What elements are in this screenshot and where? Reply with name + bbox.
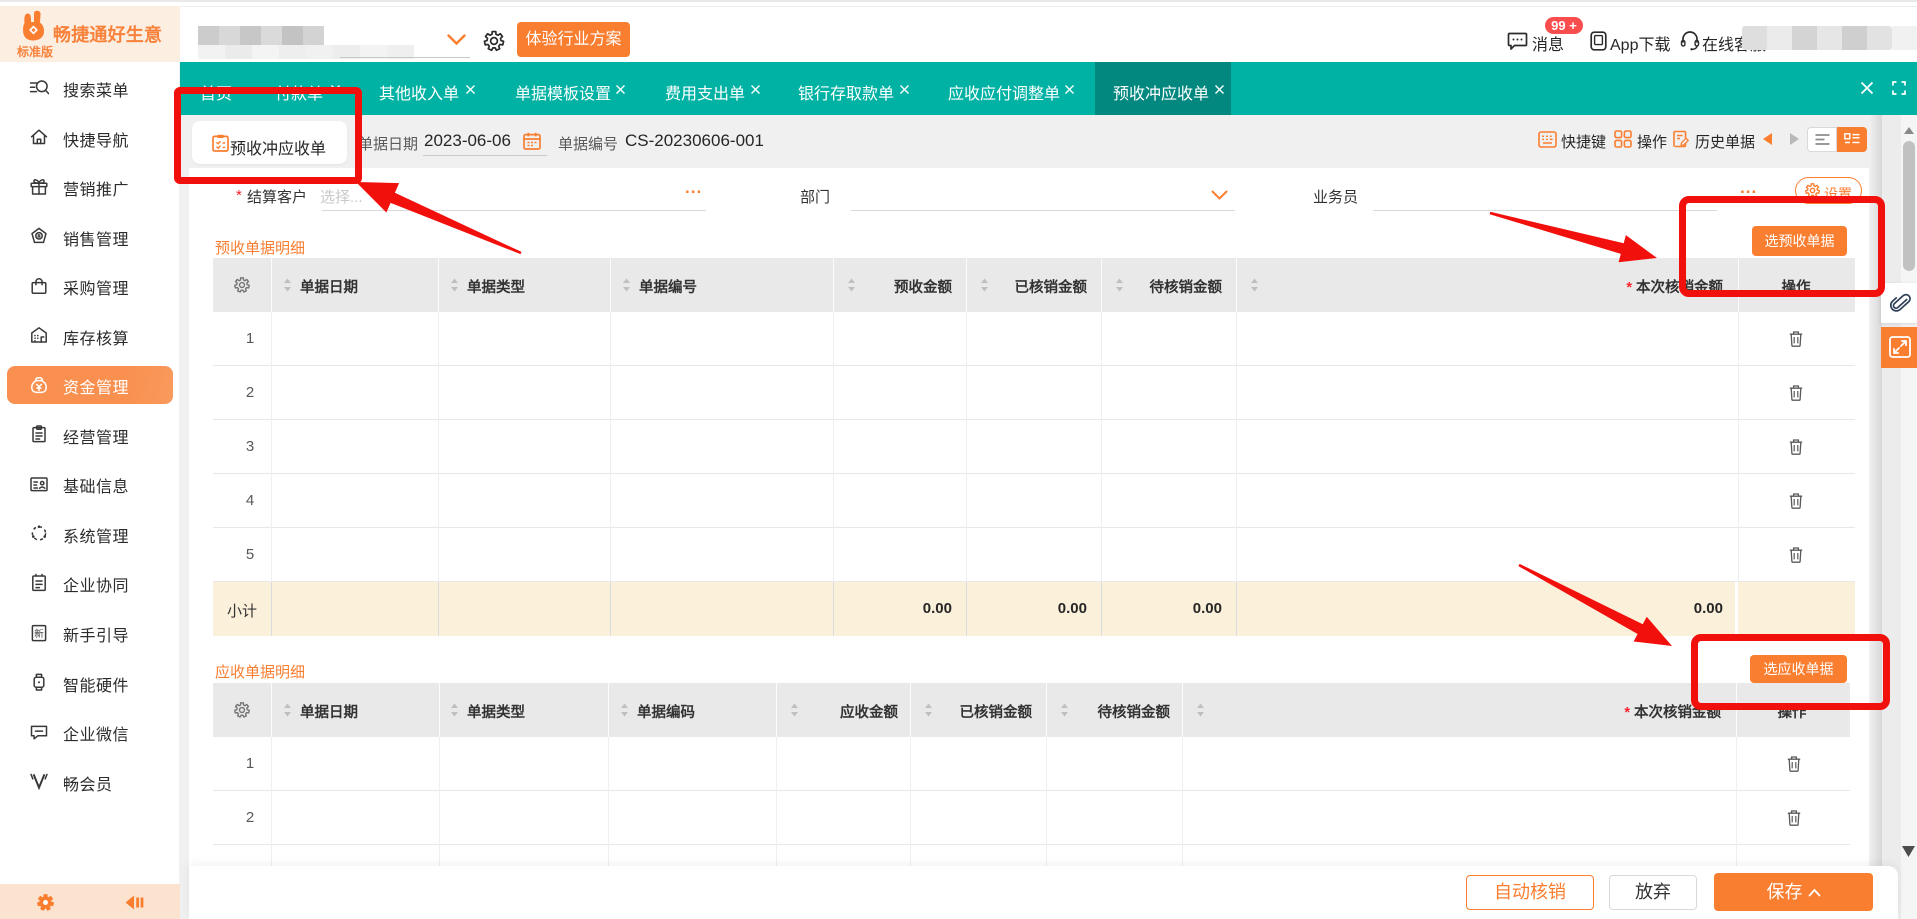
- svg-text:新: 新: [34, 628, 44, 640]
